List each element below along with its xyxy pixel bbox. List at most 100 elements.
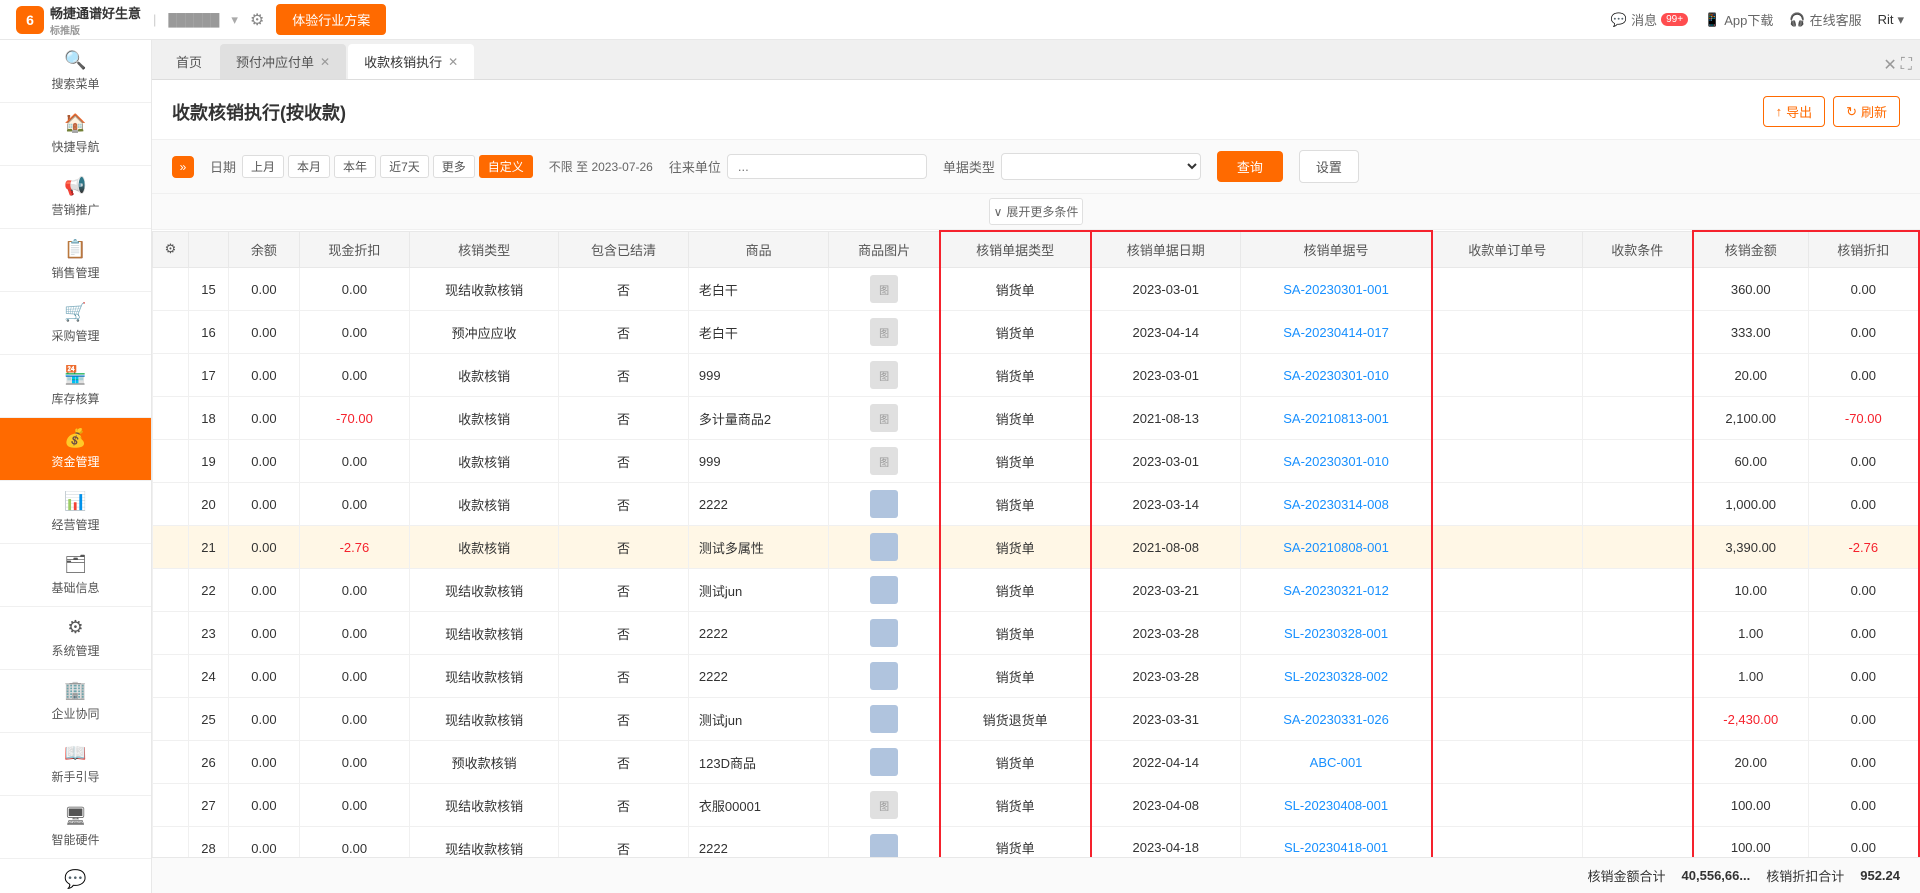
- cell-product-img: 图: [829, 268, 940, 311]
- user-area[interactable]: Rit ▾: [1878, 12, 1904, 28]
- cell-cancel-voucher-date: 2022-04-14: [1091, 741, 1241, 784]
- date-btn-more[interactable]: 更多: [433, 155, 475, 178]
- date-btn-last-month[interactable]: 上月: [242, 155, 284, 178]
- sidebar-item-marketing[interactable]: 📢 营销推广: [0, 166, 151, 229]
- table-row: 26 0.00 0.00 预收款核销 否 123D商品 销货单 2022-04-…: [153, 741, 1920, 784]
- cell-checkbox[interactable]: [153, 612, 189, 655]
- date-btn-this-month[interactable]: 本月: [288, 155, 330, 178]
- app-download[interactable]: 📱 App下载: [1704, 10, 1773, 29]
- top-bar: 6 畅捷通谱好生意 标推版 | ██████ ▾ ⚙ 体验行业方案 💬 消息 9…: [0, 0, 1920, 40]
- table-row: 22 0.00 0.00 现结收款核销 否 测试jun 销货单 2023-03-…: [153, 569, 1920, 612]
- cell-checkbox[interactable]: [153, 397, 189, 440]
- sidebar-item-label: 新手引导: [51, 768, 99, 785]
- tab-home[interactable]: 首页: [160, 44, 218, 79]
- sidebar-item-label: 资金管理: [51, 453, 99, 470]
- cell-cash-discount: 0.00: [299, 655, 409, 698]
- cell-product: 2222: [688, 827, 829, 858]
- cell-receipt-condition: [1582, 268, 1693, 311]
- cell-balance: 0.00: [229, 268, 300, 311]
- cell-checkbox[interactable]: [153, 784, 189, 827]
- tab-prepay[interactable]: 预付冲应付单 ✕: [220, 44, 346, 79]
- settings-btn[interactable]: 设置: [1299, 150, 1359, 183]
- expand-more-btn[interactable]: ∨ 展开更多条件: [989, 198, 1084, 225]
- cell-checkbox[interactable]: [153, 698, 189, 741]
- close-tab-icon[interactable]: ✕: [1883, 55, 1896, 75]
- maximize-tab-icon[interactable]: ⛶: [1901, 56, 1912, 74]
- cell-balance: 0.00: [229, 612, 300, 655]
- sidebar-item-enterprise[interactable]: 🏢 企业协同: [0, 670, 151, 733]
- cell-receipt-condition: [1582, 784, 1693, 827]
- gear-icon[interactable]: ⚙: [165, 241, 177, 256]
- top-bar-right: 💬 消息 99+ 📱 App下载 🎧 在线客服 Rit ▾: [1611, 10, 1904, 29]
- tab-receipt-cancel[interactable]: 收款核销执行 ✕: [348, 44, 474, 79]
- cell-receipt-condition: [1582, 483, 1693, 526]
- sidebar-item-guide[interactable]: 📖 新手引导: [0, 733, 151, 796]
- message-icon: 💬: [1611, 12, 1627, 28]
- dropdown-icon[interactable]: ▾: [231, 12, 238, 28]
- sidebar-item-smart-hw[interactable]: 🖥 智能硬件: [0, 796, 151, 859]
- table-row: 23 0.00 0.00 现结收款核销 否 2222 销货单 2023-03-2…: [153, 612, 1920, 655]
- sidebar-item-search-menu[interactable]: 🔍 搜索菜单: [0, 40, 151, 103]
- cell-checkbox[interactable]: [153, 526, 189, 569]
- online-service[interactable]: 🎧 在线客服: [1789, 10, 1861, 29]
- cell-balance: 0.00: [229, 440, 300, 483]
- cell-checkbox[interactable]: [153, 268, 189, 311]
- settings-icon[interactable]: ⚙: [250, 10, 264, 30]
- industry-btn[interactable]: 体验行业方案: [276, 4, 386, 35]
- cell-checkbox[interactable]: [153, 354, 189, 397]
- cell-product: 2222: [688, 655, 829, 698]
- sidebar-item-purchase[interactable]: 🛒 采购管理: [0, 292, 151, 355]
- date-btn-this-year[interactable]: 本年: [334, 155, 376, 178]
- sidebar-item-inventory[interactable]: 🏪 库存核算: [0, 355, 151, 418]
- sidebar-item-finance[interactable]: 💰 资金管理: [0, 418, 151, 481]
- cell-product: 老白干: [688, 311, 829, 354]
- tab-receipt-cancel-close[interactable]: ✕: [448, 55, 458, 69]
- cell-seq: 23: [189, 612, 229, 655]
- filter-expand-btn[interactable]: »: [172, 156, 194, 178]
- cell-checkbox[interactable]: [153, 827, 189, 858]
- smart-hw-icon: 🖥: [64, 806, 87, 827]
- cell-checkbox[interactable]: [153, 569, 189, 612]
- col-gear[interactable]: ⚙: [153, 231, 189, 268]
- cell-checkbox[interactable]: [153, 440, 189, 483]
- table-container: ⚙ 余额 现金折扣 核销类型 包含已结清 商品 商品图片 核销单据类型 核销单据…: [152, 230, 1920, 857]
- date-btn-custom[interactable]: 自定义: [479, 155, 533, 178]
- cell-cancel-voucher-type: 销货单: [940, 741, 1091, 784]
- cell-checkbox[interactable]: [153, 311, 189, 354]
- cell-receipt-condition: [1582, 397, 1693, 440]
- tab-prepay-close[interactable]: ✕: [320, 55, 330, 69]
- voucher-type-select[interactable]: [1001, 153, 1201, 180]
- cell-checkbox[interactable]: [153, 655, 189, 698]
- app-download-label: App下载: [1724, 10, 1773, 29]
- cell-product-img: 图: [829, 397, 940, 440]
- sidebar-item-quick-nav[interactable]: 🏠 快捷导航: [0, 103, 151, 166]
- notifications[interactable]: 💬 消息 99+: [1611, 10, 1688, 29]
- cell-balance: 0.00: [229, 827, 300, 858]
- cell-cancel-voucher-type: 销货单: [940, 827, 1091, 858]
- sidebar-item-operations[interactable]: 📊 经营管理: [0, 481, 151, 544]
- col-cancel-type: 核销类型: [409, 231, 558, 268]
- sidebar-item-wechat[interactable]: 💬 企业微信: [0, 859, 151, 893]
- cell-product: 测试jun: [688, 698, 829, 741]
- sidebar-item-system[interactable]: ⚙ 系统管理: [0, 607, 151, 670]
- cell-cancel-type: 现结收款核销: [409, 698, 558, 741]
- sidebar-item-basic-info[interactable]: 🗂 基础信息: [0, 544, 151, 607]
- cell-cancel-voucher-date: 2023-03-01: [1091, 268, 1241, 311]
- cell-cancel-voucher-date: 2023-03-21: [1091, 569, 1241, 612]
- sidebar-item-label: 营销推广: [51, 201, 99, 218]
- cell-cash-discount: 0.00: [299, 354, 409, 397]
- sidebar-item-sales[interactable]: 📋 销售管理: [0, 229, 151, 292]
- cell-checkbox[interactable]: [153, 483, 189, 526]
- refresh-btn[interactable]: ↻ 刷新: [1833, 96, 1900, 127]
- export-btn[interactable]: ↑ 导出: [1763, 96, 1826, 127]
- cell-cancel-voucher-type: 销货单: [940, 354, 1091, 397]
- partner-input[interactable]: [727, 154, 927, 179]
- cell-cancel-discount: 0.00: [1808, 354, 1919, 397]
- cell-checkbox[interactable]: [153, 741, 189, 784]
- cell-cancel-discount: 0.00: [1808, 268, 1919, 311]
- cell-cancel-type: 现结收款核销: [409, 655, 558, 698]
- cell-receipt-condition: [1582, 698, 1693, 741]
- query-btn[interactable]: 查询: [1217, 151, 1283, 182]
- date-btn-7days[interactable]: 近7天: [380, 155, 429, 178]
- sidebar-item-label: 基础信息: [51, 579, 99, 596]
